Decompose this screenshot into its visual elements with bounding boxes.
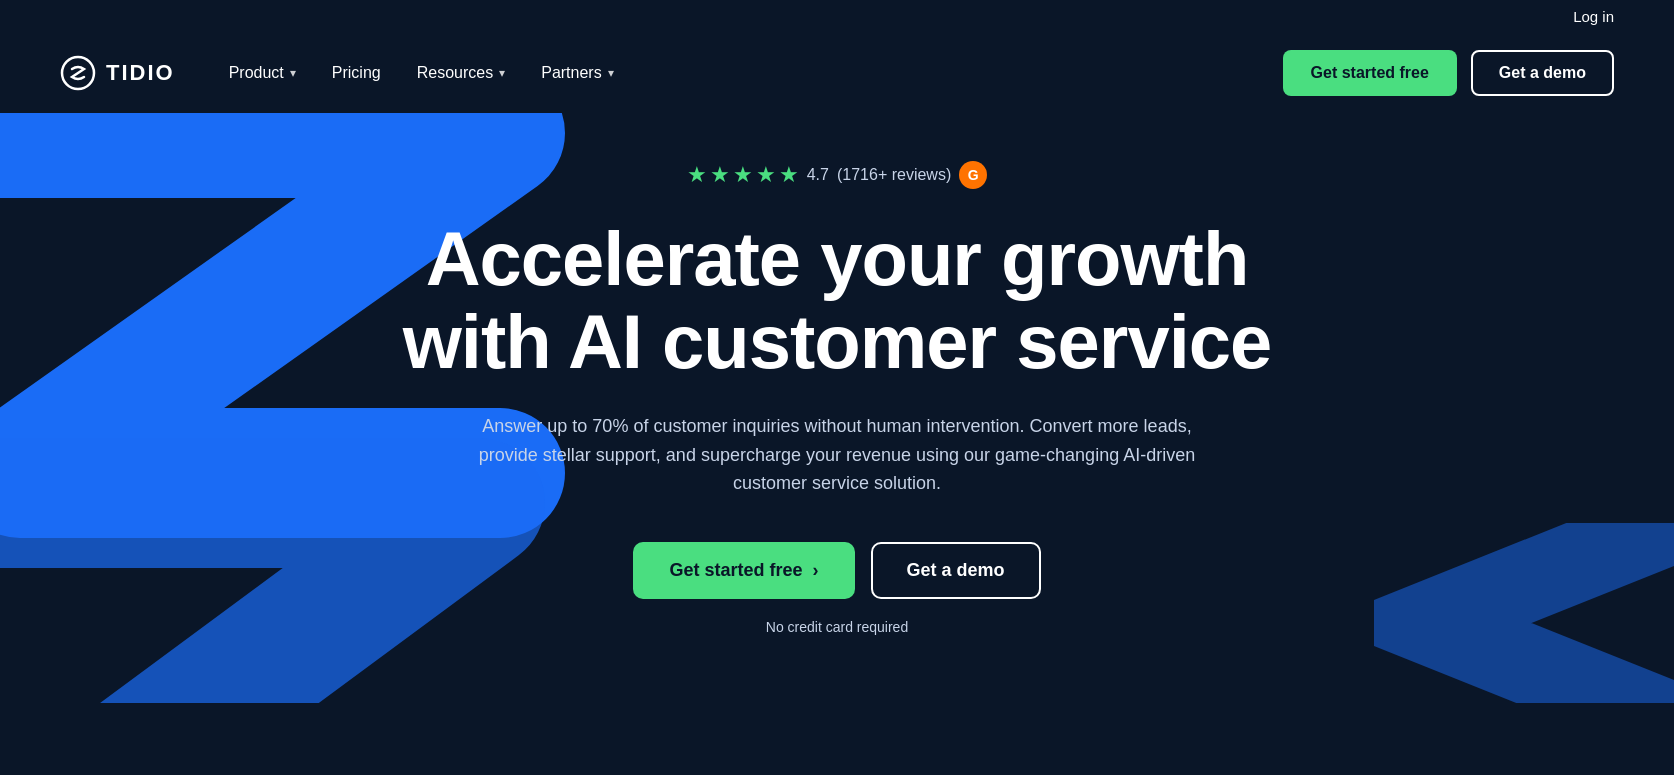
top-bar: Log in	[0, 0, 1674, 33]
star-2: ★	[710, 162, 730, 188]
logo[interactable]: TIDIO	[60, 55, 175, 91]
nav-item-pricing[interactable]: Pricing	[318, 56, 395, 90]
hero-headline-line1: Accelerate your growth	[426, 216, 1249, 301]
star-5: ★	[779, 162, 799, 188]
nav-links: Product ▾ Pricing Resources ▾ Partners ▾	[215, 56, 628, 90]
hero-cta: Get started free › Get a demo No credit …	[403, 542, 1272, 635]
resources-chevron-icon: ▾	[499, 66, 505, 80]
hero-section: ★ ★ ★ ★ ★ 4.7 (1716+ reviews) G Accelera…	[0, 113, 1674, 703]
product-chevron-icon: ▾	[290, 66, 296, 80]
hero-content: ★ ★ ★ ★ ★ 4.7 (1716+ reviews) G Accelera…	[403, 161, 1272, 636]
nav-left: TIDIO Product ▾ Pricing Resources ▾ Part…	[60, 55, 628, 91]
hero-get-started-button[interactable]: Get started free ›	[633, 542, 854, 599]
hero-headline: Accelerate your growth with AI customer …	[403, 217, 1272, 384]
bottom-right-shape	[1374, 523, 1674, 703]
star-1: ★	[687, 162, 707, 188]
star-3: ★	[733, 162, 753, 188]
navbar: TIDIO Product ▾ Pricing Resources ▾ Part…	[0, 33, 1674, 113]
login-link[interactable]: Log in	[1573, 8, 1614, 25]
logo-text: TIDIO	[106, 60, 175, 86]
nav-right: Get started free Get a demo	[1283, 50, 1614, 96]
partners-chevron-icon: ▾	[608, 66, 614, 80]
nav-item-product[interactable]: Product ▾	[215, 56, 310, 90]
hero-get-started-label: Get started free	[669, 560, 802, 581]
resources-label: Resources	[417, 64, 493, 82]
stars: ★ ★ ★ ★ ★	[687, 162, 799, 188]
navbar-get-started-button[interactable]: Get started free	[1283, 50, 1457, 96]
star-4: ★	[756, 162, 776, 188]
review-count: (1716+ reviews)	[837, 166, 951, 184]
nav-item-partners[interactable]: Partners ▾	[527, 56, 627, 90]
hero-headline-line2: with AI customer service	[403, 299, 1272, 384]
partners-label: Partners	[541, 64, 601, 82]
capterra-icon: G	[959, 161, 987, 189]
arrow-right-icon: ›	[813, 560, 819, 581]
hero-get-demo-button[interactable]: Get a demo	[871, 542, 1041, 599]
rating-row: ★ ★ ★ ★ ★ 4.7 (1716+ reviews) G	[403, 161, 1272, 189]
no-credit-text: No credit card required	[766, 619, 908, 635]
navbar-get-demo-button[interactable]: Get a demo	[1471, 50, 1614, 96]
logo-icon	[60, 55, 96, 91]
hero-subtext: Answer up to 70% of customer inquiries w…	[477, 412, 1197, 498]
nav-item-resources[interactable]: Resources ▾	[403, 56, 519, 90]
product-label: Product	[229, 64, 284, 82]
cta-buttons: Get started free › Get a demo	[633, 542, 1040, 599]
pricing-label: Pricing	[332, 64, 381, 82]
rating-value: 4.7	[807, 166, 829, 184]
